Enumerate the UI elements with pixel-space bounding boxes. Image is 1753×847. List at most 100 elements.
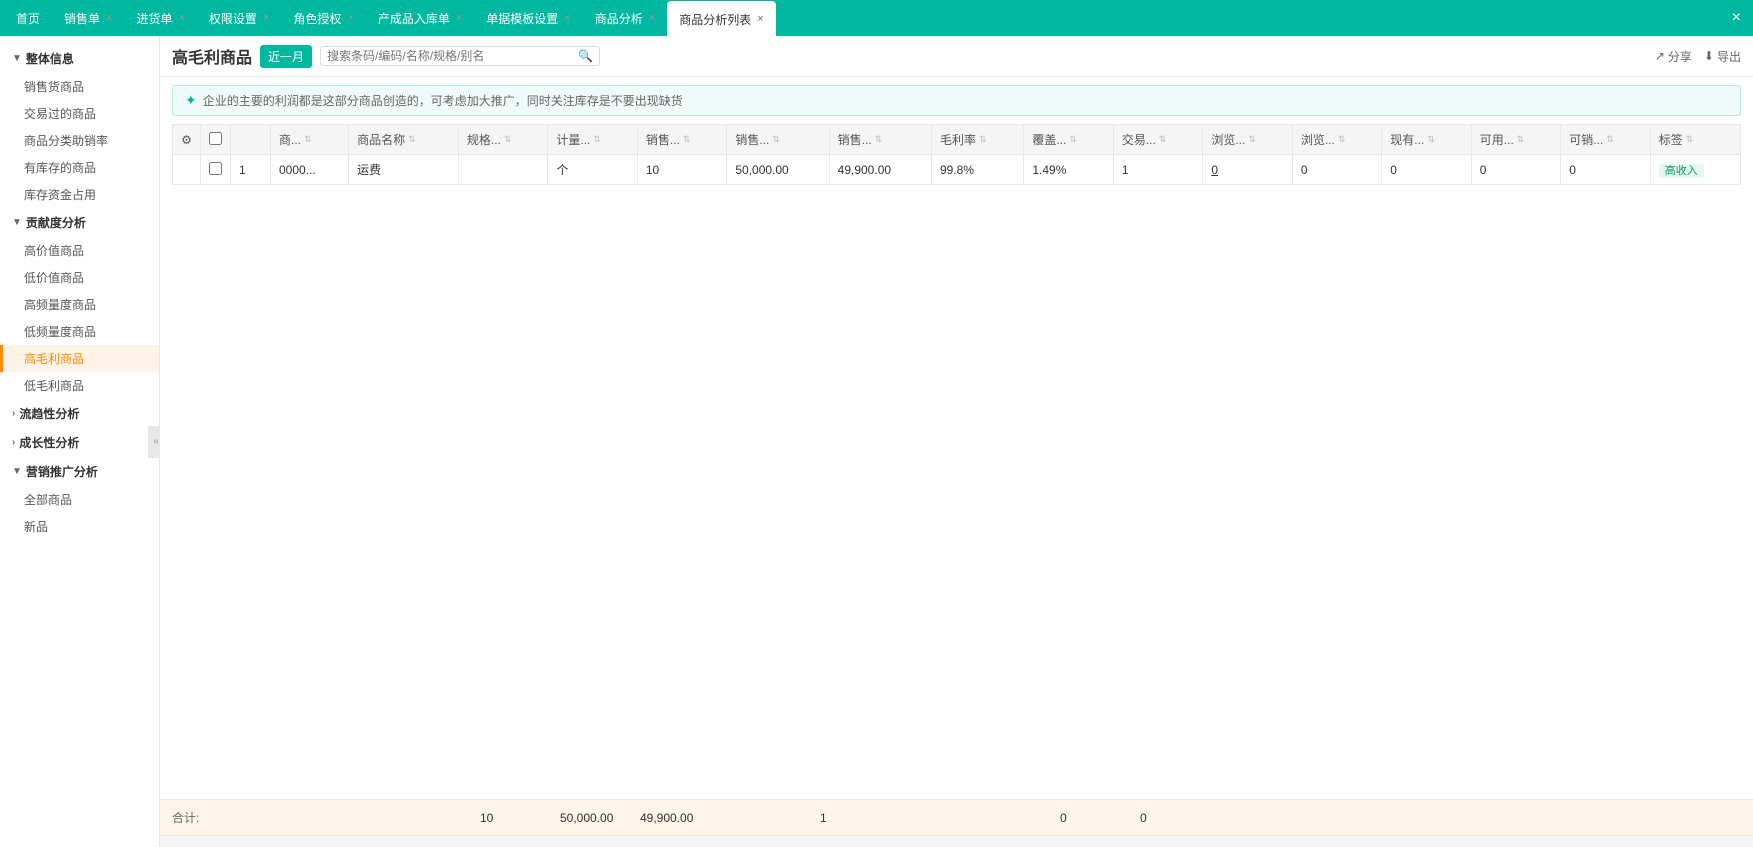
sidebar-group-overall-items: 销售货商品 交易过的商品 商品分类助销率 有库存的商品 库存资金占用 (0, 73, 159, 208)
sidebar-group-trend[interactable]: › 流趋性分析 (0, 399, 159, 428)
col-sales-amount[interactable]: 销售...⇅ (727, 125, 829, 155)
cell-saleable-0: 0 (1561, 155, 1650, 185)
sort-icon-sales-amount: ⇅ (772, 134, 780, 145)
date-filter-button[interactable]: 近一月 (260, 45, 312, 68)
col-code[interactable]: 商...⇅ (271, 125, 349, 155)
footer-trade-count: 1 (812, 811, 892, 825)
col-checkbox[interactable] (201, 125, 231, 155)
sort-icon-trade: ⇅ (1159, 134, 1167, 145)
close-tab-entry[interactable]: × (456, 12, 462, 24)
sidebar-item-new-goods[interactable]: 新品 (0, 513, 159, 540)
content-toolbar: 高毛利商品 近一月 🔍 ↗ 分享 ⬇ 导出 (160, 36, 1753, 77)
select-all-checkbox[interactable] (209, 132, 222, 145)
cell-cb-0[interactable] (201, 155, 231, 185)
col-unit[interactable]: 计量...⇅ (548, 125, 637, 155)
footer-current-stock: 0 (1052, 811, 1132, 825)
tab-analysis[interactable]: 商品分析 × (583, 0, 667, 36)
sidebar-item-high-margin[interactable]: 高毛利商品 (0, 345, 159, 372)
sort-icon-current: ⇅ (1427, 134, 1435, 145)
close-tab-purchase[interactable]: × (178, 12, 184, 24)
export-button[interactable]: ⬇ 导出 (1704, 48, 1741, 65)
col-browse2[interactable]: 浏览...⇅ (1292, 125, 1381, 155)
sidebar-item-sales-goods[interactable]: 销售货商品 (0, 73, 159, 100)
sidebar-item-all-goods[interactable]: 全部商品 (0, 486, 159, 513)
sort-icon-sales-cost: ⇅ (875, 134, 883, 145)
tab-product-entry[interactable]: 产成品入库单 × (366, 0, 474, 36)
share-icon: ↗ (1655, 49, 1665, 63)
close-all-tabs[interactable]: × (1724, 9, 1749, 27)
tab-analysis-list[interactable]: 商品分析列表 × (667, 1, 775, 37)
sort-icon-spec: ⇅ (504, 134, 512, 145)
col-spec[interactable]: 规格...⇅ (458, 125, 547, 155)
sort-icon-saleable: ⇅ (1606, 134, 1614, 145)
search-icon[interactable]: 🔍 (578, 49, 593, 63)
sort-icon-unit: ⇅ (593, 134, 601, 145)
sidebar-item-stock-occupy[interactable]: 库存资金占用 (0, 181, 159, 208)
sort-icon-browse1: ⇅ (1248, 134, 1256, 145)
close-tab-template[interactable]: × (564, 12, 570, 24)
footer-label: 合计: (172, 809, 272, 826)
col-tag[interactable]: 标签⇅ (1650, 125, 1740, 155)
footer-sales-cost: 49,900.00 (632, 811, 712, 825)
col-cover-rate[interactable]: 覆盖...⇅ (1024, 125, 1113, 155)
row-checkbox-0[interactable] (209, 162, 222, 175)
col-name[interactable]: 商品名称⇅ (349, 125, 459, 155)
col-browse1[interactable]: 浏览...⇅ (1203, 125, 1292, 155)
sort-icon-name: ⇅ (408, 134, 416, 145)
sidebar-item-classify-assist[interactable]: 商品分类助销率 (0, 127, 159, 154)
arrow-profit: ▼ (12, 217, 22, 228)
col-sales-qty[interactable]: 销售...⇅ (637, 125, 726, 155)
sidebar-group-overall[interactable]: ▼ 整体信息 (0, 44, 159, 73)
sidebar-item-high-freq[interactable]: 高频量度商品 (0, 291, 159, 318)
col-settings[interactable]: ⚙ (173, 125, 201, 155)
tab-role-perm[interactable]: 角色授权 × (281, 0, 365, 36)
footer-avail-stock: 0 (1132, 811, 1212, 825)
close-tab-sales[interactable]: × (106, 12, 112, 24)
close-tab-analysis[interactable]: × (649, 12, 655, 24)
search-input[interactable] (327, 49, 574, 63)
top-nav: 首页 销售单 × 进货单 × 权限设置 × 角色授权 × 产成品入库单 × 单据… (0, 0, 1753, 36)
footer-sales-amount: 50,000.00 (552, 811, 632, 825)
cell-code-0: 0000... (271, 155, 349, 185)
info-icon: ✦ (185, 92, 197, 109)
tab-permission[interactable]: 权限设置 × (197, 0, 281, 36)
sort-icon-avail: ⇅ (1517, 134, 1525, 145)
tab-home[interactable]: 首页 (4, 0, 52, 36)
tab-template[interactable]: 单据模板设置 × (474, 0, 582, 36)
export-icon: ⬇ (1704, 49, 1714, 63)
sort-icon-tag: ⇅ (1686, 134, 1694, 145)
col-margin-rate[interactable]: 毛利率⇅ (931, 125, 1023, 155)
sidebar-item-low-value[interactable]: 低价值商品 (0, 264, 159, 291)
col-avail-stock[interactable]: 可用...⇅ (1471, 125, 1560, 155)
sidebar-item-low-margin[interactable]: 低毛利商品 (0, 372, 159, 399)
tab-sales-order[interactable]: 销售单 × (52, 0, 124, 36)
browse1-link-0[interactable]: 0 (1211, 163, 1218, 177)
cell-avail-stock-0: 0 (1471, 155, 1560, 185)
col-trade-count[interactable]: 交易...⇅ (1113, 125, 1202, 155)
col-sales-cost[interactable]: 销售...⇅ (829, 125, 931, 155)
sidebar-group-marketing[interactable]: ▼ 营销推广分析 (0, 457, 159, 486)
sidebar: « ▼ 整体信息 销售货商品 交易过的商品 商品分类助销率 有库存的商品 库存资… (0, 36, 160, 847)
col-current-stock[interactable]: 现有...⇅ (1382, 125, 1471, 155)
tab-purchase[interactable]: 进货单 × (124, 0, 196, 36)
sidebar-item-in-stock[interactable]: 有库存的商品 (0, 154, 159, 181)
cell-browse1-0[interactable]: 0 (1203, 155, 1292, 185)
sidebar-item-traded-goods[interactable]: 交易过的商品 (0, 100, 159, 127)
sidebar-group-growth[interactable]: › 成长性分析 (0, 428, 159, 457)
close-tab-analysis-list[interactable]: × (757, 13, 763, 25)
sidebar-item-low-freq[interactable]: 低频量度商品 (0, 318, 159, 345)
footer-sales-qty: 10 (472, 811, 552, 825)
close-tab-permission[interactable]: × (263, 12, 269, 24)
sidebar-collapse-btn[interactable]: « (148, 426, 160, 458)
horizontal-scrollbar[interactable] (160, 835, 1753, 847)
cell-no-0: 1 (231, 155, 271, 185)
sidebar-group-profit[interactable]: ▼ 贡献度分析 (0, 208, 159, 237)
footer-bar: 合计: 10 50,000.00 49,900.00 1 0 0 (160, 799, 1753, 835)
close-tab-role[interactable]: × (347, 12, 353, 24)
share-button[interactable]: ↗ 分享 (1655, 48, 1692, 65)
col-saleable[interactable]: 可销...⇅ (1561, 125, 1650, 155)
sidebar-item-high-value[interactable]: 高价值商品 (0, 237, 159, 264)
col-no (231, 125, 271, 155)
table-header-row: ⚙ 商...⇅ 商品名称⇅ 规格...⇅ (173, 125, 1741, 155)
cell-current-stock-0: 0 (1382, 155, 1471, 185)
